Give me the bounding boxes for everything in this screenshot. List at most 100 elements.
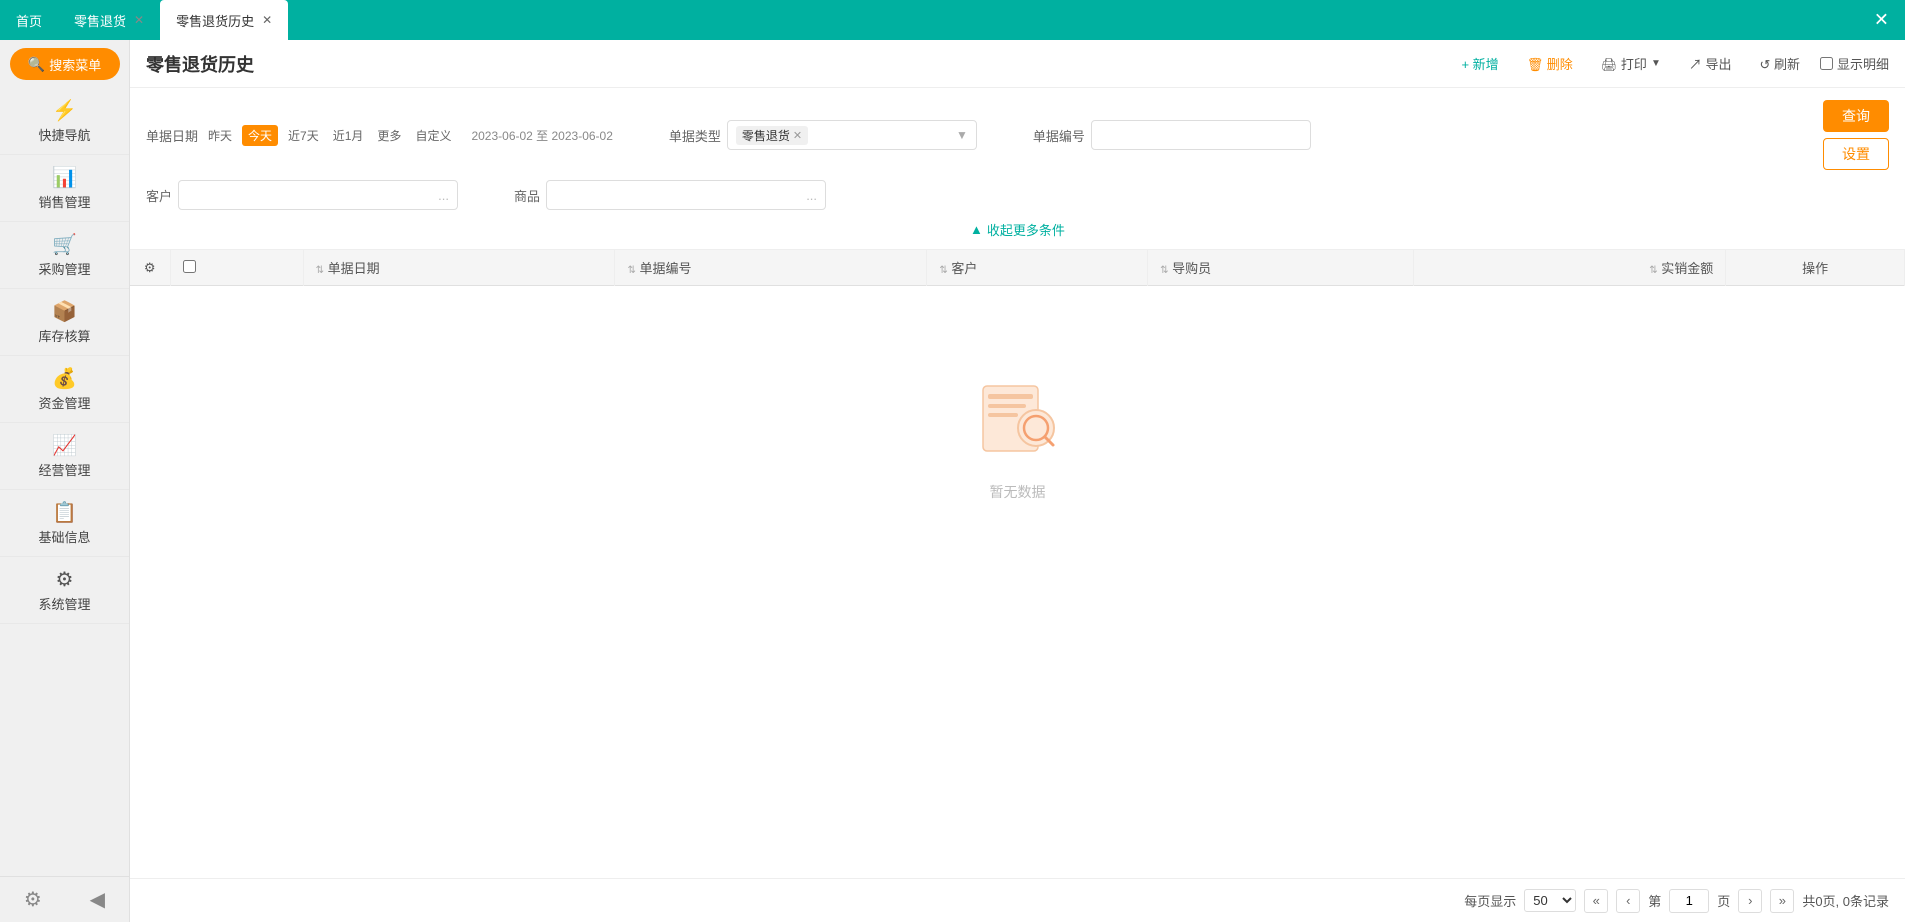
shortcut-today[interactable]: 今天	[242, 125, 278, 146]
display-detail-toggle[interactable]: 显示明细	[1820, 54, 1889, 73]
print-button[interactable]: 🖨 打印 ▼	[1593, 50, 1669, 77]
sort-amount-icon[interactable]: ⇅	[1649, 265, 1657, 276]
doc-number-input[interactable]	[1100, 128, 1302, 143]
tab-close-retail-return-history[interactable]: ✕	[262, 13, 272, 27]
th-checkbox[interactable]	[170, 250, 303, 286]
tab-retail-return-history[interactable]: 零售退货历史 ✕	[160, 0, 288, 40]
query-button[interactable]: 查询	[1823, 100, 1889, 132]
shortcut-more[interactable]: 更多	[373, 126, 405, 145]
sidebar-item-purchase[interactable]: 🛒 采购管理	[0, 222, 129, 289]
delete-button[interactable]: 🗑 删除	[1519, 50, 1581, 77]
page-label: 第	[1648, 891, 1661, 910]
window-close-button[interactable]: ✕	[1874, 10, 1889, 31]
th-customer[interactable]: ⇅ 客户	[927, 250, 1148, 286]
collapse-filter-button[interactable]: ▲ 收起更多条件	[970, 220, 1065, 239]
operations-icon: 📈	[52, 433, 77, 458]
shortcuts-icon: ⚡	[52, 98, 77, 123]
query-settings: 查询 设置	[1823, 100, 1889, 170]
sales-icon: 📊	[52, 165, 77, 190]
page-number-input[interactable]: 1	[1669, 889, 1709, 913]
goods-input[interactable]	[555, 188, 806, 203]
filter-row-2: 客户 ... 商品 ...	[146, 180, 1889, 210]
sort-customer-icon[interactable]: ⇅	[939, 265, 947, 276]
doc-type-tag: 零售退货 ✕	[736, 126, 808, 145]
goods-filter: 商品 ...	[514, 180, 826, 210]
sidebar-item-system[interactable]: ⚙ 系统管理	[0, 557, 129, 624]
first-page-button[interactable]: «	[1584, 889, 1608, 913]
next-page-button[interactable]: ›	[1738, 889, 1762, 913]
print-dropdown-icon[interactable]: ▼	[1651, 58, 1661, 69]
select-all-checkbox[interactable]	[183, 260, 196, 273]
toolbar: + 新增 🗑 删除 🖨 打印 ▼ ↗ 导出 ↺ 刷新 显示明细	[1453, 50, 1889, 77]
date-shortcuts: 昨天 今天 近7天 近1月 更多 自定义	[204, 125, 455, 146]
th-settings[interactable]: ⚙	[130, 250, 170, 286]
customer-input[interactable]	[187, 188, 438, 203]
page-unit: 页	[1717, 891, 1730, 910]
sort-doc-date-icon[interactable]: ⇅	[316, 265, 324, 276]
tab-home[interactable]: 首页	[0, 0, 58, 40]
shortcut-7days[interactable]: 近7天	[284, 126, 323, 145]
sidebar-item-inventory[interactable]: 📦 库存核算	[0, 289, 129, 356]
sidebar: 🔍 搜索菜单 ⚡ 快捷导航 📊 销售管理 🛒 采购管理 📦 库存核算 💰 资金管…	[0, 40, 130, 922]
refresh-button[interactable]: ↺ 刷新	[1751, 50, 1808, 77]
tab-close-retail-return[interactable]: ✕	[134, 13, 144, 27]
date-range-text: 2023-06-02 至 2023-06-02	[471, 127, 612, 144]
finance-icon: 💰	[52, 366, 77, 391]
content-area: 零售退货历史 + 新增 🗑 删除 🖨 打印 ▼ ↗ 导出 ↺ 刷新 显示明细	[130, 40, 1905, 922]
prev-page-button[interactable]: ‹	[1616, 889, 1640, 913]
sidebar-item-shortcuts[interactable]: ⚡ 快捷导航	[0, 88, 129, 155]
settings-icon[interactable]: ⚙	[24, 887, 42, 912]
th-action: 操作	[1726, 250, 1905, 286]
doc-type-tag-close[interactable]: ✕	[793, 129, 802, 142]
customer-input-wrap[interactable]: ...	[178, 180, 458, 210]
customer-filter: 客户 ...	[146, 180, 458, 210]
page-title-bar: 零售退货历史 + 新增 🗑 删除 🖨 打印 ▼ ↗ 导出 ↺ 刷新 显示明细	[130, 40, 1905, 88]
table-area: ⚙ ⇅ 单据日期 ⇅ 单据编号	[130, 250, 1905, 878]
sort-guide-icon[interactable]: ⇅	[1160, 265, 1168, 276]
customer-ellipsis: ...	[438, 188, 449, 203]
table-header-row: ⚙ ⇅ 单据日期 ⇅ 单据编号	[130, 250, 1905, 286]
top-tab-bar: 首页 零售退货 ✕ 零售退货历史 ✕ ✕	[0, 0, 1905, 40]
tab-retail-return[interactable]: 零售退货 ✕	[58, 0, 160, 40]
last-page-button[interactable]: »	[1770, 889, 1794, 913]
doc-number-input-wrap[interactable]	[1091, 120, 1311, 150]
total-info: 共0页, 0条记录	[1802, 891, 1889, 910]
sort-doc-number-icon[interactable]: ⇅	[627, 265, 635, 276]
inventory-icon: 📦	[52, 299, 77, 324]
pagination: 每页显示 50 100 200 « ‹ 第 1 页 › » 共0页, 0条记录	[130, 878, 1905, 922]
th-doc-date[interactable]: ⇅ 单据日期	[303, 250, 615, 286]
basic-info-icon: 📋	[52, 500, 77, 525]
th-doc-number[interactable]: ⇅ 单据编号	[615, 250, 927, 286]
empty-text: 暂无数据	[990, 482, 1046, 502]
date-range-display: 2023-06-02 至 2023-06-02	[471, 127, 612, 144]
shortcut-yesterday[interactable]: 昨天	[204, 126, 236, 145]
sidebar-bottom: ⚙ ◀	[0, 876, 129, 922]
sidebar-item-basic-info[interactable]: 📋 基础信息	[0, 490, 129, 557]
display-detail-checkbox[interactable]	[1820, 57, 1833, 70]
collapse-sidebar-icon[interactable]: ◀	[90, 887, 105, 912]
system-icon: ⚙	[56, 567, 74, 592]
th-guide[interactable]: ⇅ 导购员	[1148, 250, 1414, 286]
shortcut-custom[interactable]: 自定义	[411, 126, 455, 145]
sidebar-item-operations[interactable]: 📈 经营管理	[0, 423, 129, 490]
goods-ellipsis: ...	[806, 188, 817, 203]
page-title: 零售退货历史	[146, 51, 1453, 77]
page-size-select[interactable]: 50 100 200	[1524, 889, 1576, 912]
page-size-label: 每页显示	[1464, 891, 1516, 910]
doc-type-filter: 单据类型 零售退货 ✕ ▼	[669, 120, 977, 150]
search-menu-button[interactable]: 🔍 搜索菜单	[10, 48, 120, 80]
doc-type-select[interactable]: 零售退货 ✕ ▼	[727, 120, 977, 150]
empty-state: 暂无数据	[130, 286, 1905, 582]
shortcut-1month[interactable]: 近1月	[329, 126, 368, 145]
table-settings-icon[interactable]: ⚙	[144, 260, 156, 275]
add-button[interactable]: + 新增	[1453, 50, 1506, 77]
doc-type-dropdown-icon[interactable]: ▼	[956, 128, 968, 142]
collapse-icon: ▲	[970, 222, 983, 237]
sidebar-item-finance[interactable]: 💰 资金管理	[0, 356, 129, 423]
sidebar-item-sales[interactable]: 📊 销售管理	[0, 155, 129, 222]
th-amount[interactable]: ⇅ 实销金额	[1414, 250, 1726, 286]
filter-settings-button[interactable]: 设置	[1823, 138, 1889, 170]
goods-input-wrap[interactable]: ...	[546, 180, 826, 210]
date-filter: 单据日期 昨天 今天 近7天 近1月 更多 自定义	[146, 125, 455, 146]
export-button[interactable]: ↗ 导出	[1681, 50, 1740, 77]
